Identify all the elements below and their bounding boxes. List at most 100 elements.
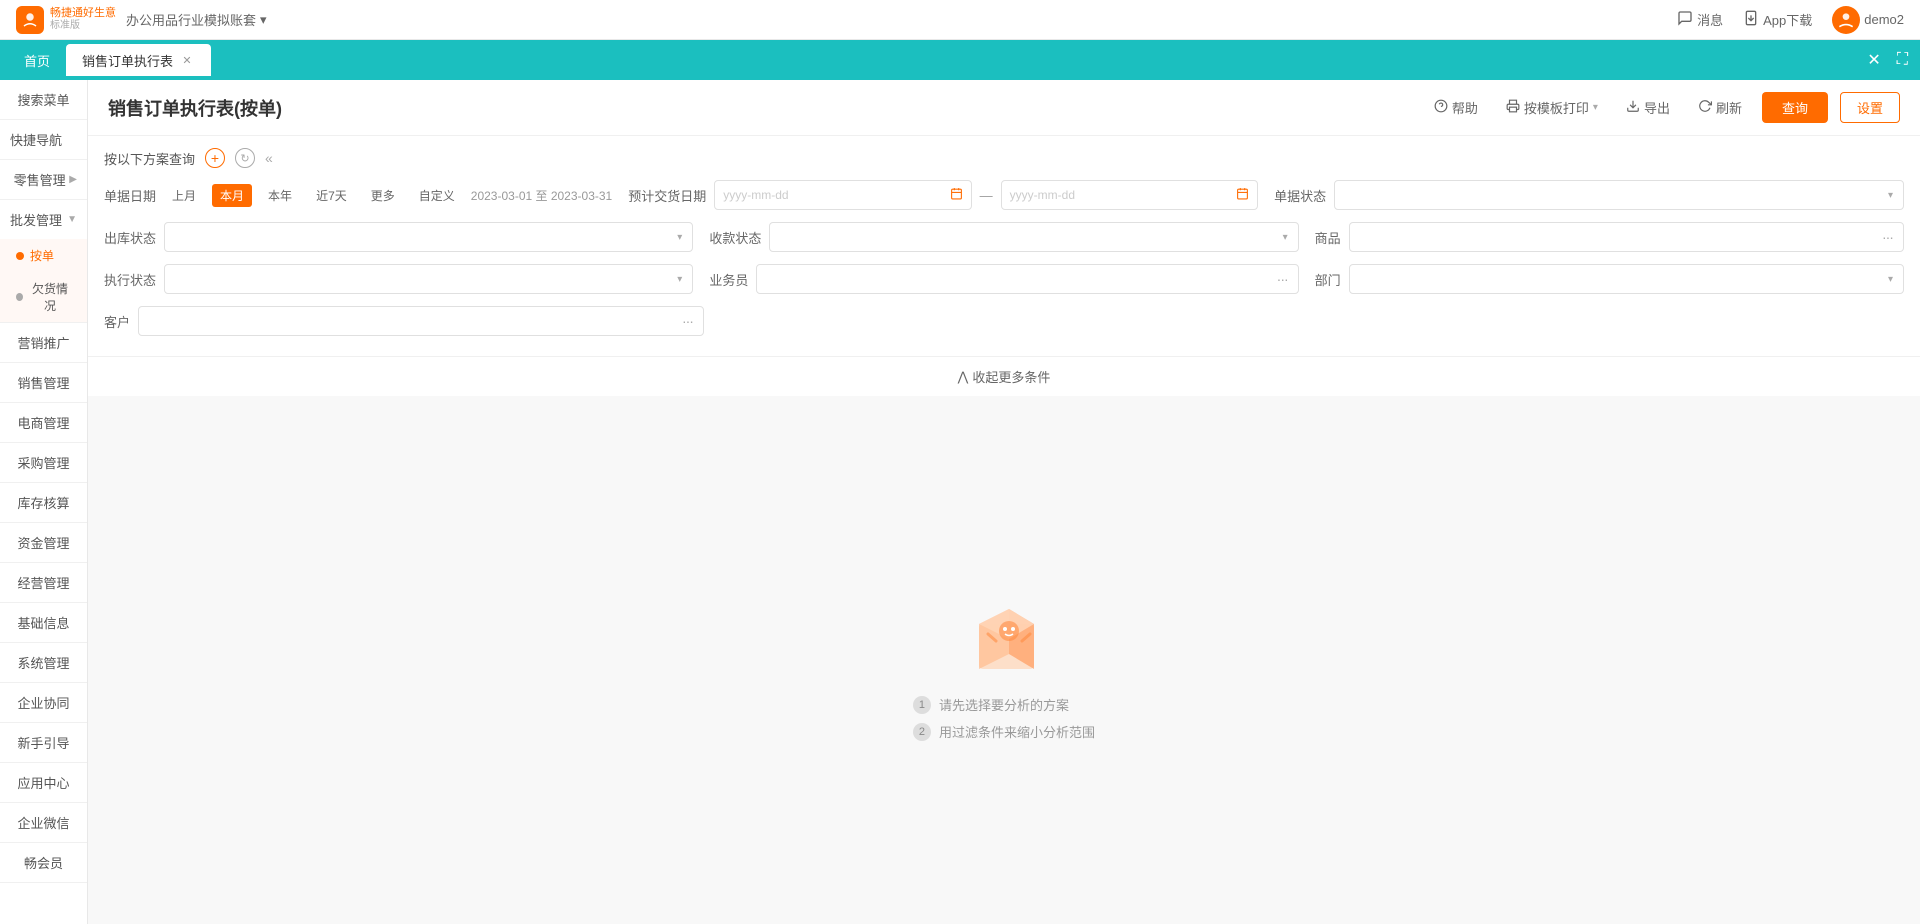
delivery-chevron-icon: ▾ (677, 232, 682, 243)
sidebar-item-weixin[interactable]: 企业微信 (0, 803, 87, 843)
salesman-group: 业务员 ··· (709, 264, 1298, 294)
sidebar-item-operation[interactable]: 经营管理 (0, 563, 87, 603)
sidebar-sub-item-arrears[interactable]: 欠货情况 (0, 272, 87, 322)
sidebar-search[interactable]: 搜索菜单 (0, 80, 87, 120)
salesman-label: 业务员 (709, 270, 748, 289)
content-area: 销售订单执行表(按单) 帮助 (88, 80, 1920, 924)
search-btn[interactable]: 查询 (1762, 92, 1828, 123)
refresh-btn[interactable]: 刷新 (1690, 94, 1750, 121)
goods-control[interactable]: ··· (1349, 222, 1904, 252)
goods-dots-icon: ··· (1882, 229, 1893, 245)
tab-bar-close-btn[interactable]: ✕ (1863, 48, 1884, 72)
filter-container: 按以下方案查询 + ↻ « 单据日期 上月 本月 本年 近7天 更多 自定义 2… (88, 136, 1920, 356)
inactive-dot-icon (16, 293, 23, 301)
customer-control[interactable]: ··· (138, 306, 704, 336)
filter-row-4: 客户 ··· (104, 306, 1904, 336)
date-btn-last-month[interactable]: 上月 (164, 184, 204, 207)
settings-btn[interactable]: 设置 (1840, 92, 1900, 123)
printer-icon (1506, 99, 1520, 116)
help-icon (1434, 99, 1448, 116)
payment-control[interactable]: ▾ (769, 222, 1298, 252)
plan-query-row: 按以下方案查询 + ↻ « (104, 148, 1904, 168)
empty-state: 1 请先选择要分析的方案 2 用过滤条件来缩小分析范围 (88, 396, 1920, 924)
dept-chevron-icon: ▾ (1888, 274, 1893, 285)
help-btn[interactable]: 帮助 (1426, 94, 1486, 121)
wholesale-main-row[interactable]: 批发管理 ▼ (0, 200, 87, 239)
export-icon (1626, 99, 1640, 116)
tab-bar-actions: ✕ ⛶ (1863, 48, 1912, 72)
sidebar-item-member[interactable]: 畅会员 (0, 843, 87, 883)
date-btn-this-year[interactable]: 本年 (260, 184, 300, 207)
payment-label: 收款状态 (709, 228, 761, 247)
sidebar-item-basic[interactable]: 基础信息 (0, 603, 87, 643)
payment-group: 收款状态 ▾ (709, 222, 1298, 252)
exec-control[interactable]: ▾ (164, 264, 693, 294)
date-btn-more[interactable]: 更多 (363, 184, 403, 207)
message-action[interactable]: 消息 (1677, 10, 1723, 29)
sidebar-item-newbie[interactable]: 新手引导 (0, 723, 87, 763)
chevron-down-icon: ▾ (260, 12, 267, 28)
plan-collapse-btn[interactable]: « (265, 150, 273, 166)
tab-bar-expand-btn[interactable]: ⛶ (1893, 49, 1912, 71)
salesman-dots-icon: ··· (1277, 271, 1288, 287)
main-layout: 搜索菜单 快捷导航 零售管理 ▶ 批发管理 ▼ 按单 欠货情况 (0, 80, 1920, 924)
expected-date-label: 预计交货日期 (628, 186, 706, 205)
payment-chevron-icon: ▾ (1283, 232, 1288, 243)
hint-2: 2 用过滤条件来缩小分析范围 (913, 722, 1095, 741)
salesman-control[interactable]: ··· (756, 264, 1298, 294)
sidebar-item-enterprise[interactable]: 企业协同 (0, 683, 87, 723)
avatar (1832, 6, 1860, 34)
collapse-icon: ⋀ (958, 369, 969, 385)
app-download-action[interactable]: App下载 (1743, 10, 1812, 29)
app-selector[interactable]: 办公用品行业模拟账套 ▾ (126, 10, 267, 29)
logo-area: 畅捷通好生意 标准版 (16, 6, 116, 34)
collapse-more-btn[interactable]: ⋀ 收起更多条件 (88, 356, 1920, 396)
date-btn-7days[interactable]: 近7天 (308, 184, 355, 207)
page-actions: 帮助 按模板打印 ▾ (1426, 92, 1900, 123)
date-btn-custom[interactable]: 自定义 (411, 184, 463, 207)
exec-chevron-icon: ▾ (677, 274, 682, 285)
refresh-icon (1698, 99, 1712, 116)
sidebar-item-purchase[interactable]: 采购管理 (0, 443, 87, 483)
download-icon (1743, 10, 1759, 29)
user-action[interactable]: demo2 (1832, 6, 1904, 34)
delivery-group: 出库状态 ▾ (104, 222, 693, 252)
exec-group: 执行状态 ▾ (104, 264, 693, 294)
tab-home[interactable]: 首页 (8, 44, 66, 76)
filter-row-3: 执行状态 ▾ 业务员 ··· 部门 (104, 264, 1904, 294)
status-control[interactable]: ▾ (1334, 180, 1904, 210)
retail-arrow-icon: ▶ (69, 174, 77, 185)
tab-close-icon[interactable]: ✕ (179, 52, 195, 68)
print-chevron-icon: ▾ (1593, 102, 1598, 113)
hint-num-1: 1 (913, 696, 931, 714)
sidebar-item-ecommerce[interactable]: 电商管理 (0, 403, 87, 443)
sidebar-item-appstore[interactable]: 应用中心 (0, 763, 87, 803)
sidebar-item-sales[interactable]: 销售管理 (0, 363, 87, 403)
template-print-btn[interactable]: 按模板打印 ▾ (1498, 94, 1606, 121)
sidebar-quicknav[interactable]: 快捷导航 (0, 120, 87, 160)
delivery-control[interactable]: ▾ (164, 222, 693, 252)
plan-add-btn[interactable]: + (205, 148, 225, 168)
sidebar-item-marketing[interactable]: 营销推广 (0, 323, 87, 363)
sidebar-item-finance[interactable]: 资金管理 (0, 523, 87, 563)
sidebar-item-retail[interactable]: 零售管理 ▶ (0, 160, 87, 200)
calendar-icon-from (950, 187, 963, 203)
page-title: 销售订单执行表(按单) (108, 95, 282, 121)
expected-date-from[interactable]: yyyy-mm-dd (714, 180, 971, 210)
message-icon (1677, 10, 1693, 29)
dept-control[interactable]: ▾ (1349, 264, 1904, 294)
sidebar-sub-item-order[interactable]: 按单 (0, 239, 87, 272)
export-btn[interactable]: 导出 (1618, 94, 1678, 121)
status-chevron-icon: ▾ (1888, 190, 1893, 201)
date-label-group: 单据日期 上月 本月 本年 近7天 更多 自定义 2023-03-01 至 20… (104, 184, 612, 207)
expected-date-to[interactable]: yyyy-mm-dd (1001, 180, 1258, 210)
tab-order-list[interactable]: 销售订单执行表 ✕ (66, 44, 211, 76)
header-left: 畅捷通好生意 标准版 办公用品行业模拟账套 ▾ (16, 6, 267, 34)
plan-refresh-btn[interactable]: ↻ (235, 148, 255, 168)
sidebar-item-system[interactable]: 系统管理 (0, 643, 87, 683)
sidebar-item-inventory[interactable]: 库存核算 (0, 483, 87, 523)
date-btn-this-month[interactable]: 本月 (212, 184, 252, 207)
date-label: 单据日期 (104, 186, 156, 205)
sidebar-item-wholesale: 批发管理 ▼ 按单 欠货情况 (0, 200, 87, 323)
date-dash: — (980, 188, 993, 203)
